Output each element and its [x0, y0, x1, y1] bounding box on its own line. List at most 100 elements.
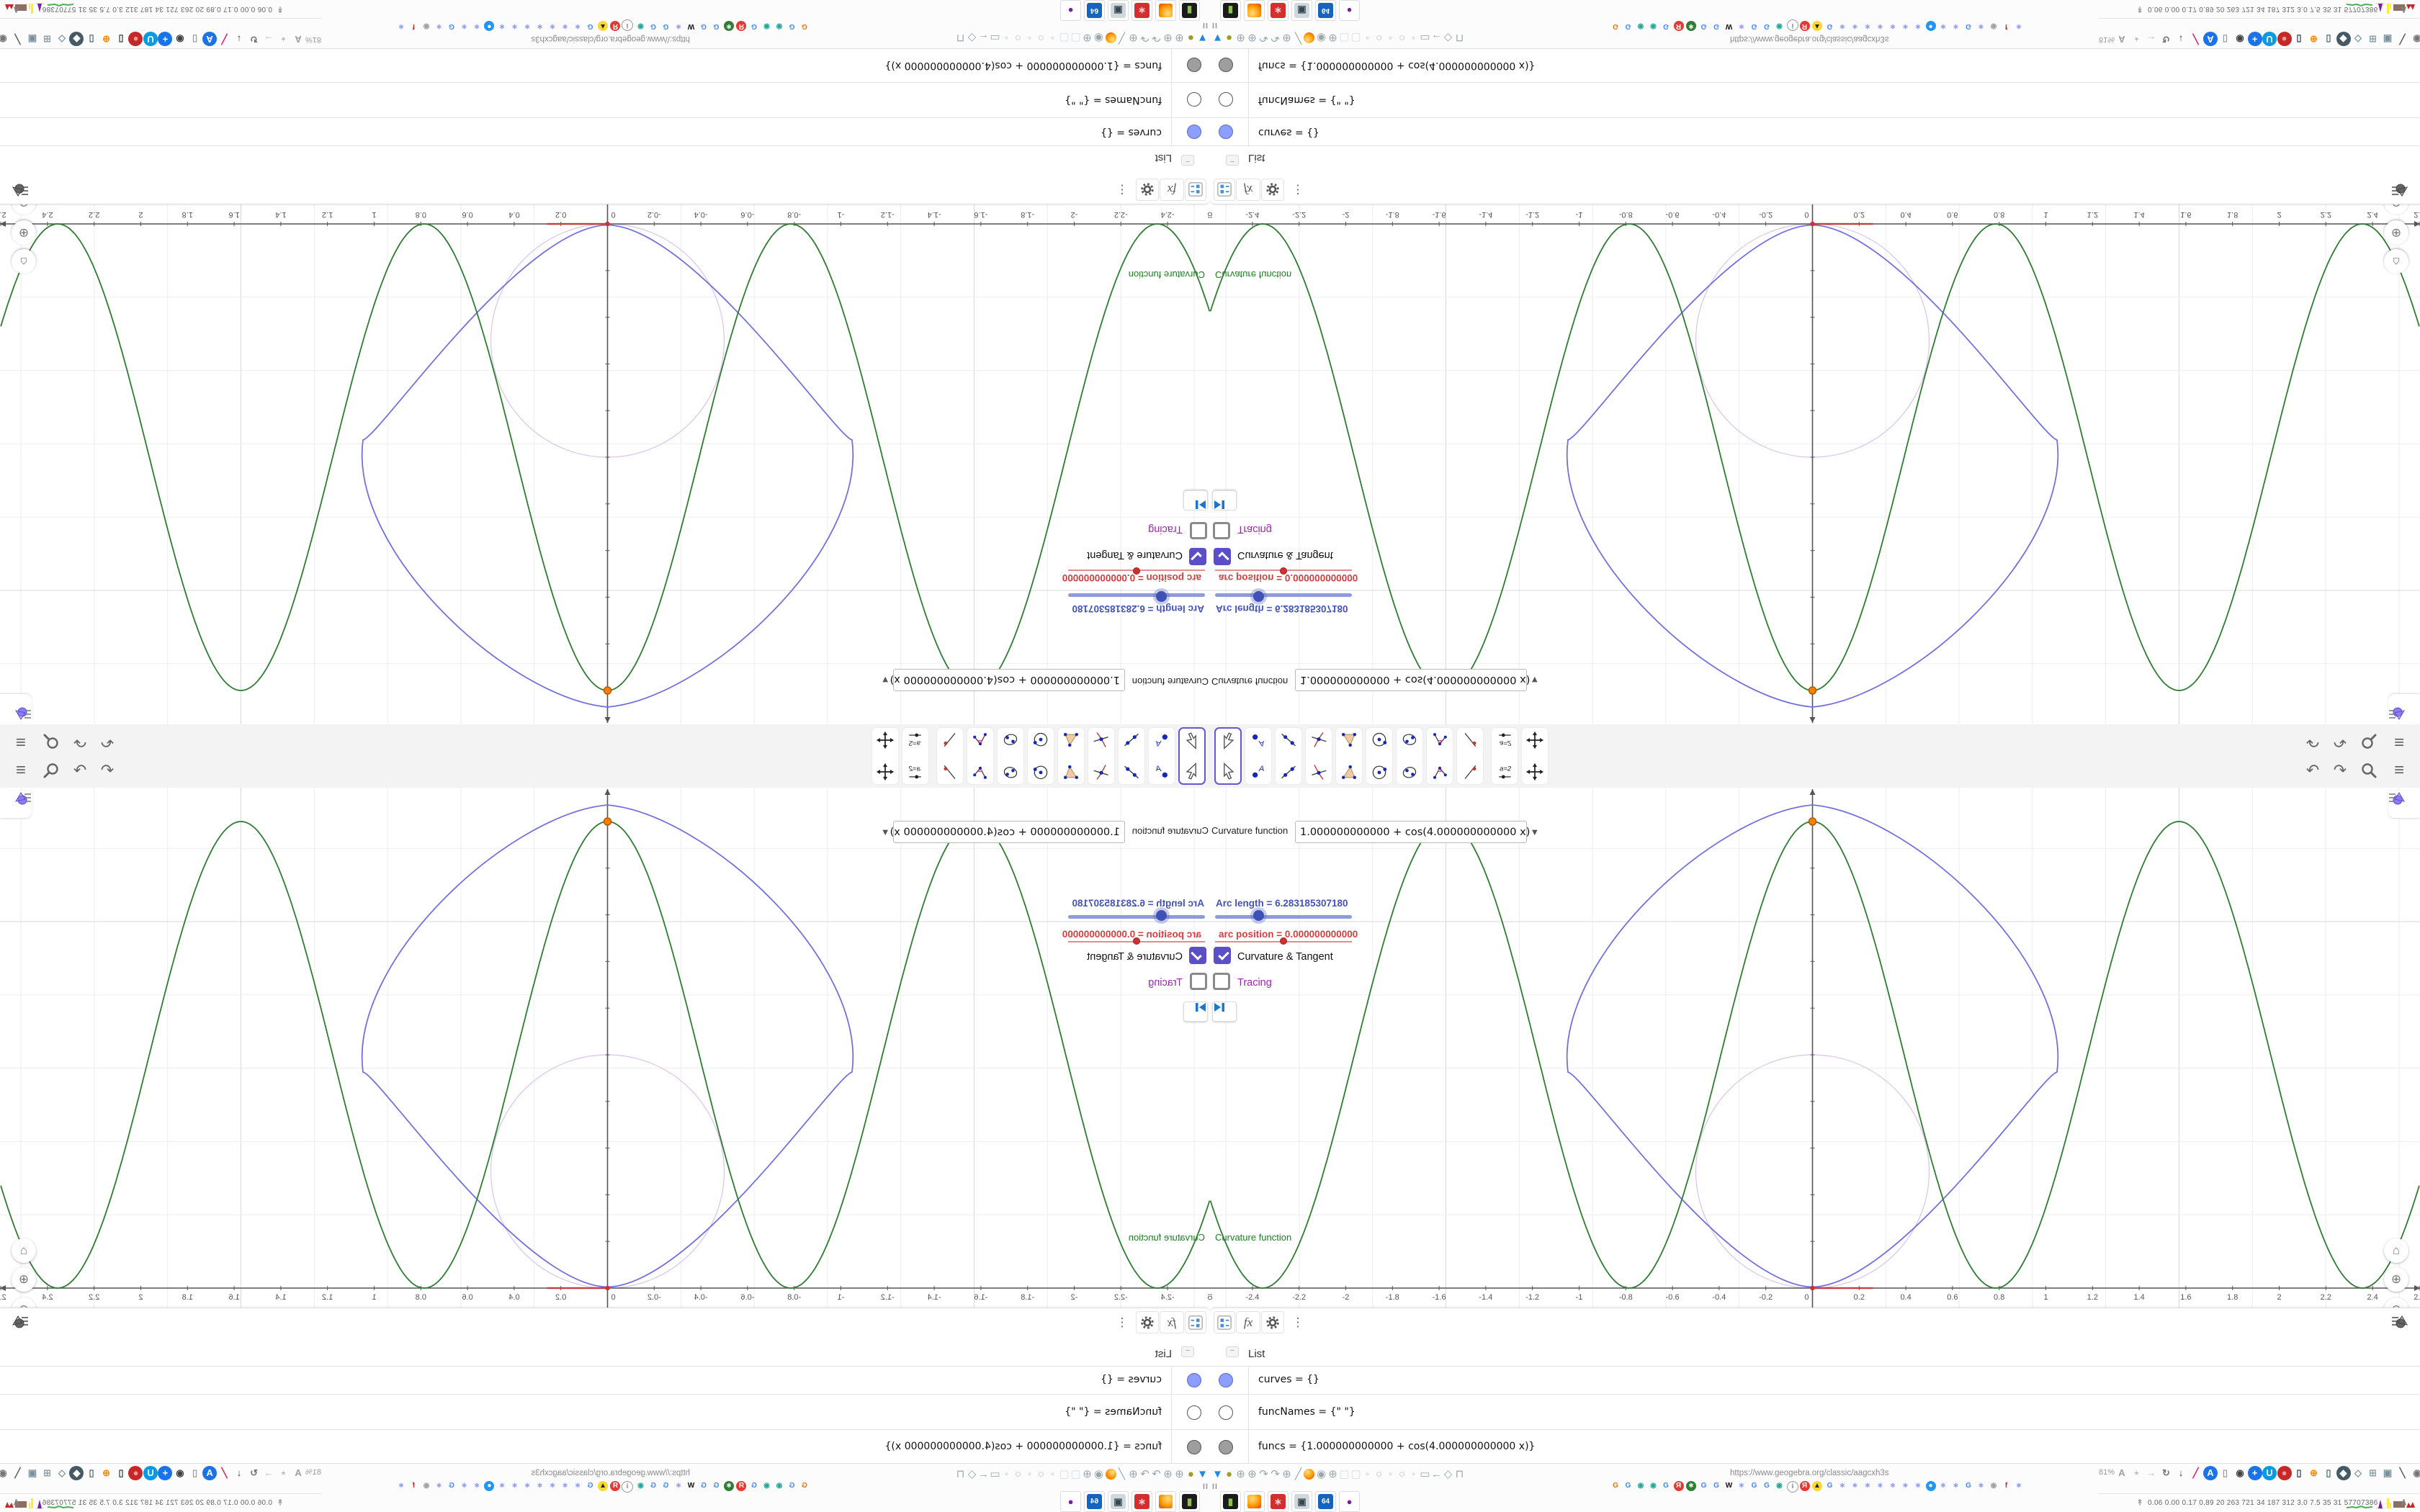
browser-mini-icon[interactable]: ⊓: [1453, 32, 1466, 44]
favicon[interactable]: ◉: [762, 21, 772, 31]
angle-tool-button[interactable]: [967, 756, 994, 785]
browser-mini-icon[interactable]: ▢: [1338, 1468, 1350, 1480]
favicon[interactable]: ◉: [1649, 1481, 1659, 1491]
favicon[interactable]: G: [661, 1481, 671, 1491]
favicon[interactable]: ∗: [522, 21, 532, 31]
favicon[interactable]: ∗: [573, 1481, 583, 1491]
favicon[interactable]: ∗: [573, 21, 583, 31]
settings-button[interactable]: [1261, 1311, 1284, 1333]
arc-length-slider[interactable]: [1068, 593, 1205, 597]
extension-icon[interactable]: A: [202, 32, 217, 46]
favicon[interactable]: ∗: [1850, 21, 1860, 31]
taskbar-tile[interactable]: 64: [1315, 0, 1336, 21]
favicon[interactable]: G: [1762, 1481, 1772, 1491]
browser-mini-icon[interactable]: ←: [1430, 32, 1443, 44]
extension-icon[interactable]: →: [2144, 32, 2159, 46]
extension-icon[interactable]: +: [2247, 32, 2262, 46]
browser-mini-icon[interactable]: ○: [1035, 1468, 1047, 1480]
extension-icon[interactable]: ╲: [2396, 1466, 2410, 1480]
extension-icon[interactable]: ▯: [2218, 32, 2233, 46]
browser-mini-icon[interactable]: ╱: [1292, 32, 1304, 44]
stylebar-toggle-button[interactable]: [0, 694, 32, 721]
chevron-up-icon[interactable]: ∧: [2400, 1495, 2408, 1508]
extension-icon[interactable]: ●: [2277, 32, 2292, 46]
favicon[interactable]: ∗: [1736, 1481, 1747, 1491]
translate-tool-button[interactable]: [1521, 727, 1549, 756]
extension-icon[interactable]: ◉: [173, 1466, 187, 1480]
stylebar-toggle-button[interactable]: [0, 791, 32, 818]
favicon[interactable]: Я: [1799, 1481, 1810, 1491]
taskbar-tile[interactable]: 64: [1084, 1491, 1105, 1512]
taskbar-tile[interactable]: [1244, 0, 1265, 21]
arc-length-slider-knob[interactable]: [1156, 910, 1167, 921]
browser-mini-icon[interactable]: ▼: [1211, 32, 1224, 44]
slider-tool-button[interactable]: a=2: [1491, 756, 1518, 785]
algebra-row[interactable]: funcs = {1.000000000000 + cos(4.00000000…: [1210, 1430, 2420, 1464]
favicon[interactable]: ◉: [1775, 21, 1785, 31]
favicon[interactable]: ∗: [472, 21, 482, 31]
favicon[interactable]: G: [1825, 1481, 1835, 1491]
extension-icon[interactable]: →: [2144, 1466, 2159, 1480]
favicon[interactable]: ∗: [434, 1481, 444, 1491]
chevron-down-icon[interactable]: ▼: [881, 675, 890, 685]
taskbar-tile[interactable]: ▣: [1291, 1491, 1312, 1512]
favicon[interactable]: ▲: [598, 1481, 608, 1491]
browser-mini-icon[interactable]: ⊕: [1327, 32, 1339, 44]
browser-mini-icon[interactable]: ⊕: [1234, 32, 1247, 44]
browser-mini-icon[interactable]: ◦: [1047, 1468, 1059, 1480]
browser-mini-icon[interactable]: ○: [1396, 32, 1408, 44]
algebra-row[interactable]: funcNames = {" "}: [0, 82, 1210, 117]
favicon[interactable]: ▲: [1812, 1481, 1822, 1491]
favicon[interactable]: G: [749, 1481, 759, 1491]
home-button[interactable]: ⌂: [12, 1238, 36, 1263]
favicon[interactable]: ∗: [497, 1481, 507, 1491]
browser-mini-icon[interactable]: ◇: [966, 32, 978, 44]
favicon[interactable]: ∗: [2014, 21, 2024, 31]
taskbar-tile[interactable]: 64: [1315, 1491, 1336, 1512]
browser-mini-icon[interactable]: ↷: [1269, 1468, 1281, 1480]
taskbar-tile[interactable]: [1155, 0, 1176, 21]
browser-mini-icon[interactable]: ▢: [1070, 1468, 1082, 1480]
browser-mini-icon[interactable]: ▭: [1419, 32, 1431, 44]
favicon[interactable]: ∗: [1850, 1481, 1860, 1491]
function-input[interactable]: 1.000000000000 + cos(4.000000000000 x) ▼: [1295, 821, 1539, 843]
browser-mini-icon[interactable]: ▭: [989, 32, 1001, 44]
kebab-menu-icon[interactable]: ⋮: [1115, 1311, 1129, 1333]
browser-mini-icon[interactable]: ╱: [1116, 32, 1128, 44]
main-menu-icon[interactable]: ≡: [2388, 762, 2410, 779]
perpendicular-tool-button[interactable]: [936, 756, 964, 785]
favicon[interactable]: ∗: [1686, 21, 1696, 31]
zoom-in-button[interactable]: ⊕: [2384, 220, 2408, 245]
main-menu-icon[interactable]: ≡: [2388, 732, 2410, 752]
browser-mini-icon[interactable]: ○: [1373, 32, 1385, 44]
extension-icon[interactable]: ◉: [0, 1466, 10, 1480]
favicon[interactable]: G: [586, 21, 596, 31]
extension-icon[interactable]: A: [2203, 1466, 2218, 1480]
extension-icon[interactable]: ◉: [2233, 1466, 2247, 1480]
extension-icon[interactable]: ◉: [0, 32, 10, 46]
browser-mini-icon[interactable]: ▼: [1196, 32, 1209, 44]
favicon[interactable]: ∗: [1951, 1481, 1961, 1491]
firefox-icon[interactable]: [1304, 1469, 1314, 1480]
object-visibility-toggle[interactable]: [1187, 1439, 1201, 1454]
extension-icon[interactable]: A: [291, 32, 305, 46]
tracing-checkbox[interactable]: [1213, 522, 1230, 539]
favicon[interactable]: ◉: [421, 21, 431, 31]
extension-icon[interactable]: +: [158, 32, 173, 46]
object-visibility-toggle[interactable]: [1219, 1405, 1233, 1420]
browser-mini-icon[interactable]: ◦: [1384, 1468, 1397, 1480]
extension-icon[interactable]: ◉: [2410, 32, 2420, 46]
algebra-row[interactable]: funcNames = {" "}: [0, 1395, 1210, 1430]
undo-icon[interactable]: ↶: [97, 733, 118, 751]
favicon[interactable]: ∗: [510, 21, 520, 31]
extension-icon[interactable]: ◇: [55, 32, 69, 46]
browser-mini-icon[interactable]: ←: [977, 32, 990, 44]
favicon[interactable]: ∗: [1876, 1481, 1886, 1491]
favicon[interactable]: ◉: [1775, 1481, 1785, 1491]
extension-icon[interactable]: ◆: [2336, 1466, 2351, 1480]
browser-mini-icon[interactable]: ▭: [1419, 1468, 1431, 1480]
graphics-view[interactable]: -2.6 -2.4 -2.2 -2 -1.8 -1.6 -1.4 -1.2 -1 -0.8 -0.6…: [0, 190, 1210, 724]
favicon[interactable]: ◉: [1636, 1481, 1646, 1491]
favicon[interactable]: Я: [1673, 1481, 1684, 1491]
curvature-tangent-checkbox[interactable]: [1214, 548, 1231, 565]
